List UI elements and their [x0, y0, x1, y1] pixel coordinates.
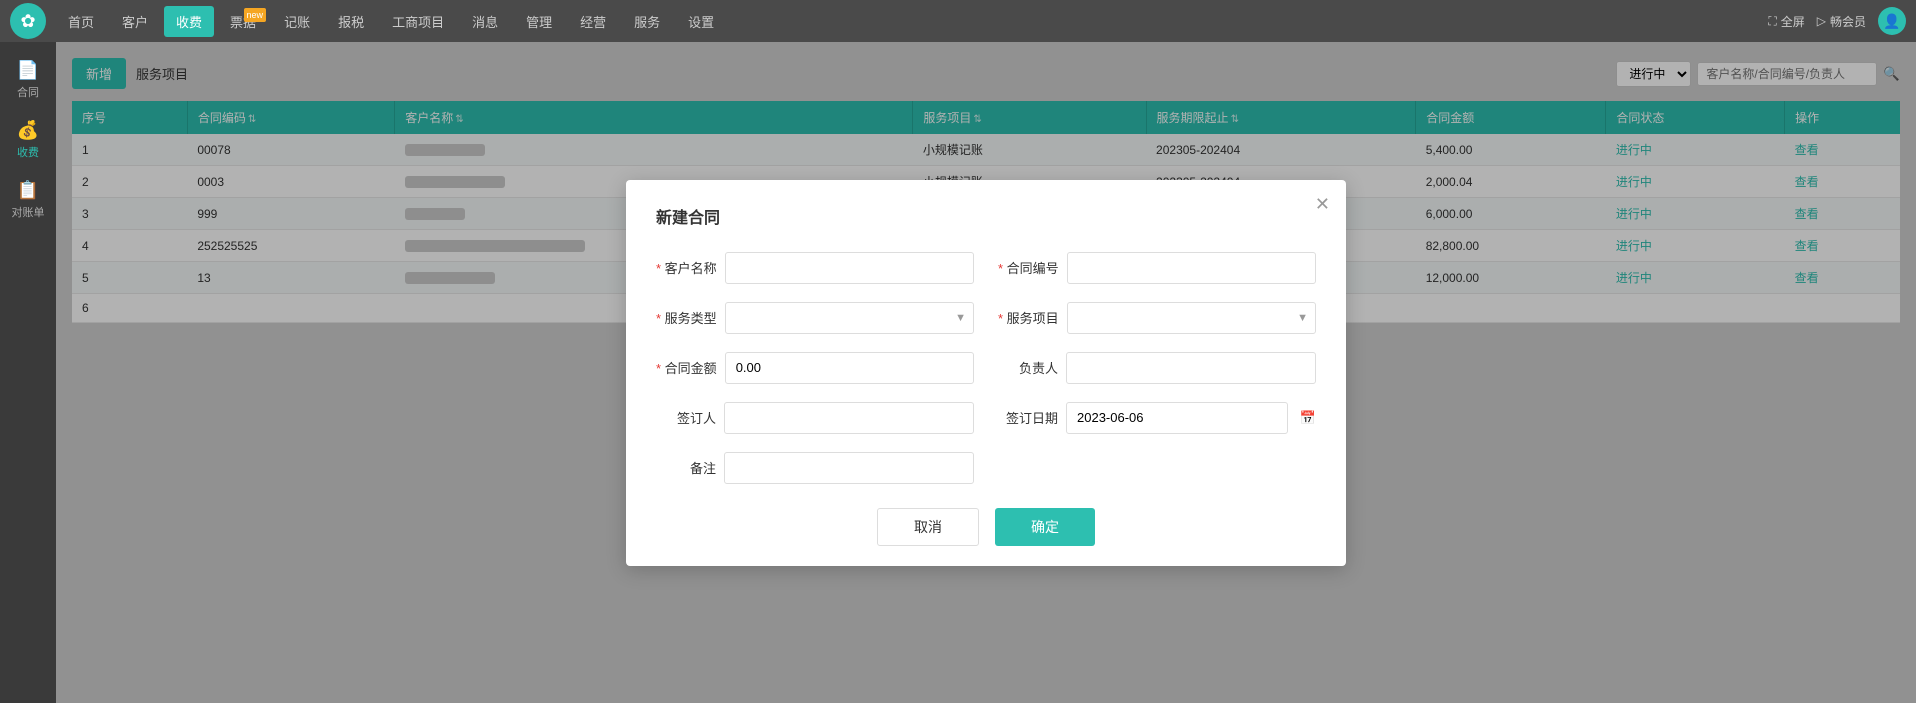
remark-input[interactable] — [724, 452, 974, 484]
vip-button[interactable]: ▷ 畅会员 — [1817, 13, 1866, 30]
new-badge: new — [244, 8, 267, 22]
main-layout: 📄 合同 💰 收费 📋 对账单 新增 服务项目 进行中 已完成 已取消 � — [0, 42, 1916, 703]
sign-date-input[interactable] — [1066, 402, 1288, 434]
service-type-label: 服务类型 — [656, 308, 717, 327]
nav-manage[interactable]: 管理 — [514, 6, 564, 37]
avatar[interactable]: 👤 — [1878, 7, 1906, 35]
nav-bookkeeping[interactable]: 记账 — [272, 6, 322, 37]
service-item-select-wrapper: ▼ — [1067, 302, 1316, 334]
top-navigation: ✿ 首页 客户 收费 票据 new 记账 报税 工商项目 消息 管理 经营 服务… — [0, 0, 1916, 42]
nav-service[interactable]: 服务 — [622, 6, 672, 37]
billing-icon: 💰 — [17, 120, 39, 141]
form-row-4: 签订人 签订日期 📅 — [656, 402, 1316, 434]
form-group-customer: 客户名称 — [656, 252, 974, 284]
nav-operations[interactable]: 经营 — [568, 6, 618, 37]
nav-home[interactable]: 首页 — [56, 6, 106, 37]
nav-billing[interactable]: 收费 — [164, 6, 214, 37]
sidebar-item-reconciliation[interactable]: 📋 对账单 — [4, 172, 52, 228]
service-type-select[interactable] — [725, 302, 974, 334]
customer-name-input[interactable] — [725, 252, 974, 284]
form-group-person-charge: 负责人 — [998, 352, 1316, 384]
cancel-button[interactable]: 取消 — [877, 508, 979, 546]
sign-date-label: 签订日期 — [998, 408, 1058, 427]
fullscreen-button[interactable]: ⛶ 全屏 — [1768, 13, 1804, 30]
contract-amount-input[interactable] — [725, 352, 974, 384]
sidebar-item-billing[interactable]: 💰 收费 — [4, 112, 52, 168]
signer-label: 签订人 — [656, 408, 716, 427]
person-in-charge-input[interactable] — [1066, 352, 1316, 384]
form-group-amount: 合同金额 — [656, 352, 974, 384]
sidebar: 📄 合同 💰 收费 📋 对账单 — [0, 42, 56, 703]
form-group-contract-no: 合同编号 — [998, 252, 1316, 284]
app-logo: ✿ — [10, 3, 46, 39]
modal-overlay: ✕ 新建合同 客户名称 合同编号 服务类型 — [56, 42, 1916, 703]
signer-input[interactable] — [724, 402, 974, 434]
modal-close-button[interactable]: ✕ — [1315, 194, 1330, 215]
remark-label: 备注 — [656, 458, 716, 477]
form-row-5: 备注 — [656, 452, 1316, 484]
modal-title: 新建合同 — [656, 204, 1316, 228]
play-icon: ▷ — [1817, 14, 1826, 28]
person-in-charge-label: 负责人 — [998, 358, 1058, 377]
contract-icon: 📄 — [17, 60, 39, 81]
form-row-2: 服务类型 ▼ 服务项目 — [656, 302, 1316, 334]
new-contract-modal: ✕ 新建合同 客户名称 合同编号 服务类型 — [626, 180, 1346, 566]
nav-bizproject[interactable]: 工商项目 — [380, 6, 456, 37]
nav-customer[interactable]: 客户 — [110, 6, 160, 37]
reconciliation-icon: 📋 — [17, 180, 39, 201]
form-group-sign-date: 签订日期 📅 — [998, 402, 1316, 434]
topnav-right: ⛶ 全屏 ▷ 畅会员 👤 — [1768, 7, 1906, 35]
service-item-select[interactable] — [1067, 302, 1316, 334]
sidebar-item-contract[interactable]: 📄 合同 — [4, 52, 52, 108]
service-type-select-wrapper: ▼ — [725, 302, 974, 334]
modal-footer: 取消 确定 — [656, 508, 1316, 546]
nav-items: 首页 客户 收费 票据 new 记账 报税 工商项目 消息 管理 经营 服务 设… — [56, 6, 1768, 37]
customer-name-label: 客户名称 — [656, 258, 717, 277]
service-item-label: 服务项目 — [998, 308, 1059, 327]
form-group-remark: 备注 — [656, 452, 974, 484]
nav-invoice[interactable]: 票据 new — [218, 6, 268, 37]
nav-message[interactable]: 消息 — [460, 6, 510, 37]
calendar-icon[interactable]: 📅 — [1300, 410, 1316, 426]
form-group-service-type: 服务类型 ▼ — [656, 302, 974, 334]
form-group-signer: 签订人 — [656, 402, 974, 434]
nav-tax[interactable]: 报税 — [326, 6, 376, 37]
form-group-service-item: 服务项目 ▼ — [998, 302, 1316, 334]
form-row-1: 客户名称 合同编号 — [656, 252, 1316, 284]
contract-no-label: 合同编号 — [998, 258, 1059, 277]
contract-no-input[interactable] — [1067, 252, 1316, 284]
contract-amount-label: 合同金额 — [656, 358, 717, 377]
form-row-3: 合同金额 负责人 — [656, 352, 1316, 384]
confirm-button[interactable]: 确定 — [995, 508, 1095, 546]
nav-settings[interactable]: 设置 — [676, 6, 726, 37]
fullscreen-icon: ⛶ — [1768, 14, 1776, 29]
content-area: 新增 服务项目 进行中 已完成 已取消 🔍 序号 合同编码⇅ 客户名称⇅ 服务项… — [56, 42, 1916, 703]
